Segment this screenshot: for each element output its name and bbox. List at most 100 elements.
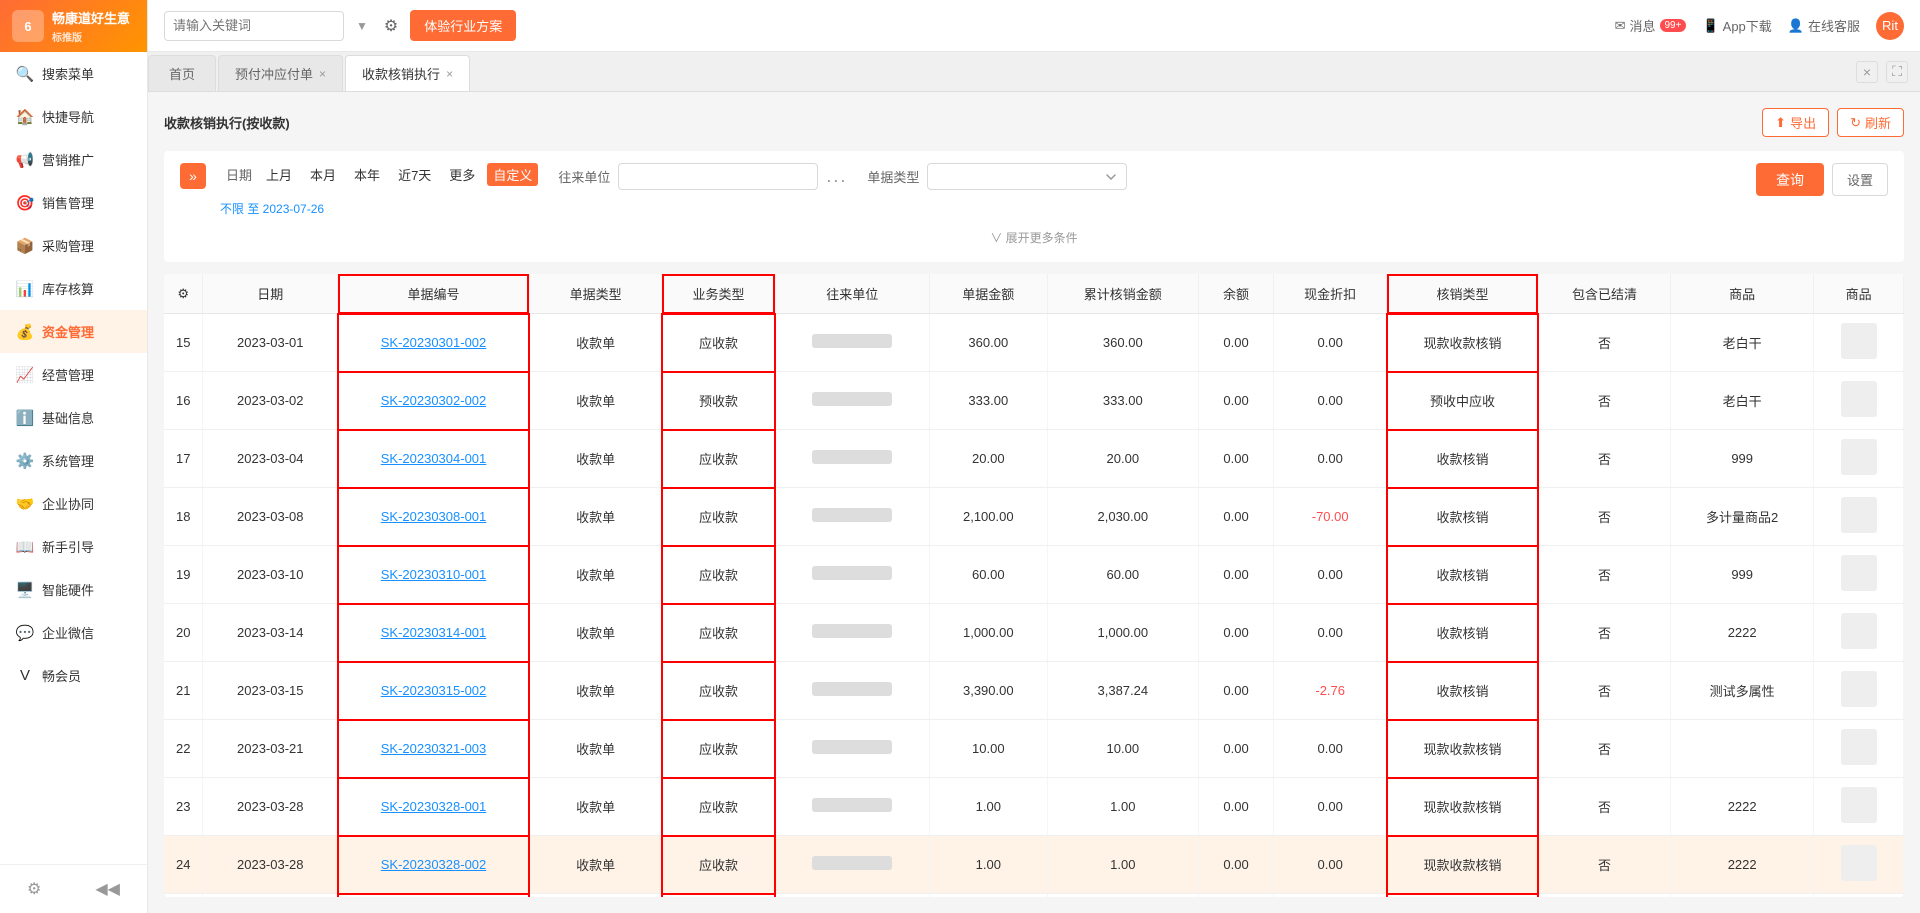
refresh-button[interactable]: ↻ 刷新 xyxy=(1837,108,1904,137)
cell-voucher-type: 收款单 xyxy=(529,372,661,430)
setting-button[interactable]: 设置 xyxy=(1832,163,1888,196)
cell-product: 老白干 xyxy=(1671,314,1814,372)
sidebar-item-hardware[interactable]: 🖥️ 智能硬件 xyxy=(0,568,147,611)
sidebar-item-label: 经营管理 xyxy=(42,365,94,384)
cell-balance: 0.00 xyxy=(1199,604,1274,662)
sidebar-item-label: 新手引导 xyxy=(42,537,94,556)
date-btn-custom[interactable]: 自定义 xyxy=(487,163,538,186)
tab-close-all-button[interactable]: × xyxy=(1856,61,1878,83)
voucher-link[interactable]: SK-20230328-001 xyxy=(381,799,487,814)
voucher-link[interactable]: SK-20230308-001 xyxy=(381,509,487,524)
cell-include-settled: 否 xyxy=(1538,488,1670,546)
th-product: 商品 xyxy=(1671,274,1814,314)
table-row[interactable]: 16 2023-03-02 SK-20230302-002 收款单 预收款 33… xyxy=(164,372,1904,430)
cell-balance: 0.00 xyxy=(1199,894,1274,898)
user-avatar[interactable]: Rit xyxy=(1876,12,1904,40)
table-row[interactable]: 23 2023-03-28 SK-20230328-001 收款单 应收款 1.… xyxy=(164,778,1904,836)
sidebar-item-inventory[interactable]: 📊 库存核算 xyxy=(0,267,147,310)
sidebar-item-marketing[interactable]: 📢 营销推广 xyxy=(0,138,147,181)
cell-product2 xyxy=(1814,604,1904,662)
collapse-icon[interactable]: ◀◀ xyxy=(91,875,124,903)
filter-expand-button[interactable]: » xyxy=(180,163,206,189)
table-row[interactable]: 15 2023-03-01 SK-20230301-002 收款单 应收款 36… xyxy=(164,314,1904,372)
table-row[interactable]: 25 2023-03-31 SK-20230331-002 红字收款单 应收款 … xyxy=(164,894,1904,898)
date-btn-lastmonth[interactable]: 上月 xyxy=(260,163,298,186)
tab-expand-button[interactable]: ⛶ xyxy=(1886,61,1908,83)
sidebar-item-member[interactable]: V 畅会员 xyxy=(0,654,147,697)
cell-date: 2023-03-21 xyxy=(203,720,338,778)
sidebar-bottom: ⚙ ◀◀ xyxy=(0,864,147,913)
table-row[interactable]: 17 2023-03-04 SK-20230304-001 收款单 应收款 20… xyxy=(164,430,1904,488)
cell-voucher-type: 收款单 xyxy=(529,430,661,488)
th-settings[interactable]: ⚙ xyxy=(164,274,203,314)
sidebar-item-guide[interactable]: 📖 新手引导 xyxy=(0,525,147,568)
export-button[interactable]: ⬆ 导出 xyxy=(1762,108,1829,137)
table-row[interactable]: 20 2023-03-14 SK-20230314-001 收款单 应收款 1,… xyxy=(164,604,1904,662)
sidebar-item-system[interactable]: ⚙️ 系统管理 xyxy=(0,439,147,482)
voucher-link[interactable]: SK-20230315-002 xyxy=(381,683,487,698)
table-row[interactable]: 19 2023-03-10 SK-20230310-001 收款单 应收款 60… xyxy=(164,546,1904,604)
tab-close-receivable[interactable]: × xyxy=(446,67,453,81)
cell-product2 xyxy=(1814,546,1904,604)
cell-product: 2222 xyxy=(1671,836,1814,894)
cell-counterparty xyxy=(775,604,929,662)
th-discount: 现金折扣 xyxy=(1274,274,1387,314)
message-button[interactable]: ✉ 消息 99+ xyxy=(1615,16,1687,35)
voucher-link[interactable]: SK-20230301-002 xyxy=(381,335,487,350)
tab-close-payable[interactable]: × xyxy=(319,67,326,81)
cell-num: 24 xyxy=(164,836,203,894)
sidebar-item-enterprise[interactable]: 🤝 企业协同 xyxy=(0,482,147,525)
date-btn-7days[interactable]: 近7天 xyxy=(392,163,437,186)
search-input[interactable] xyxy=(164,11,344,41)
sidebar-item-operations[interactable]: 📈 经营管理 xyxy=(0,353,147,396)
date-btn-thisyear[interactable]: 本年 xyxy=(348,163,386,186)
tab-home[interactable]: 首页 xyxy=(148,55,216,91)
app-download-button[interactable]: 📱 App下载 xyxy=(1702,16,1771,35)
voucher-type-select[interactable] xyxy=(927,163,1127,190)
dropdown-arrow-icon[interactable]: ▼ xyxy=(356,19,368,33)
cell-biz-type: 预收款 xyxy=(662,372,775,430)
search-icon: 🔍 xyxy=(16,65,34,83)
tab-payable[interactable]: 预付冲应付单 × xyxy=(218,55,343,91)
sidebar-item-sales[interactable]: 🎯 销售管理 xyxy=(0,181,147,224)
sidebar-item-quicknav[interactable]: 🏠 快捷导航 xyxy=(0,95,147,138)
table-row[interactable]: 22 2023-03-21 SK-20230321-003 收款单 应收款 10… xyxy=(164,720,1904,778)
voucher-link[interactable]: SK-20230314-001 xyxy=(381,625,487,640)
date-btn-more[interactable]: 更多 xyxy=(443,163,481,186)
tab-receivable[interactable]: 收款核销执行 × xyxy=(345,55,470,91)
cell-amount: 20.00 xyxy=(930,430,1048,488)
voucher-link[interactable]: SK-20230321-003 xyxy=(381,741,487,756)
solution-button[interactable]: 体验行业方案 xyxy=(410,10,516,41)
cell-product: 测试jun xyxy=(1671,894,1814,898)
counterparty-input[interactable] xyxy=(618,163,818,190)
message-badge: 99+ xyxy=(1660,19,1687,32)
column-settings-icon[interactable]: ⚙ xyxy=(177,286,189,301)
sidebar-item-wechat[interactable]: 💬 企业微信 xyxy=(0,611,147,654)
table-row[interactable]: 21 2023-03-15 SK-20230315-002 收款单 应收款 3,… xyxy=(164,662,1904,720)
cell-biz-type: 应收款 xyxy=(662,604,775,662)
table-row[interactable]: 24 2023-03-28 SK-20230328-002 收款单 应收款 1.… xyxy=(164,836,1904,894)
voucher-link[interactable]: SK-20230302-002 xyxy=(381,393,487,408)
cell-offset-type: 现款收款核销 xyxy=(1387,778,1538,836)
date-btn-thismonth[interactable]: 本月 xyxy=(304,163,342,186)
filter-expand-more[interactable]: ∨ 展开更多条件 xyxy=(180,225,1888,250)
cell-balance: 0.00 xyxy=(1199,778,1274,836)
table-row[interactable]: 18 2023-03-08 SK-20230308-001 收款单 应收款 2,… xyxy=(164,488,1904,546)
online-service-button[interactable]: 👤 在线客服 xyxy=(1788,16,1860,35)
cell-include-settled: 否 xyxy=(1538,314,1670,372)
settings-bottom-icon[interactable]: ⚙ xyxy=(23,875,45,903)
settings-gear-icon[interactable]: ⚙ xyxy=(384,16,398,36)
cell-cumulative: -2,430.00 xyxy=(1047,894,1198,898)
sidebar-item-purchase[interactable]: 📦 采购管理 xyxy=(0,224,147,267)
voucher-link[interactable]: SK-20230328-002 xyxy=(381,857,487,872)
cell-offset-type: 现款收款核销 xyxy=(1387,720,1538,778)
sidebar-item-basic[interactable]: ℹ️ 基础信息 xyxy=(0,396,147,439)
voucher-link[interactable]: SK-20230310-001 xyxy=(381,567,487,582)
page-title-area: 收款核销执行(按收款) ⬆ 导出 ↻ 刷新 xyxy=(164,108,1904,137)
operations-icon: 📈 xyxy=(16,366,34,384)
cell-date: 2023-03-01 xyxy=(203,314,338,372)
sidebar-item-finance[interactable]: 💰 资金管理 xyxy=(0,310,147,353)
sidebar-item-search[interactable]: 🔍 搜索菜单 xyxy=(0,52,147,95)
query-button[interactable]: 查询 xyxy=(1756,163,1824,196)
voucher-link[interactable]: SK-20230304-001 xyxy=(381,451,487,466)
